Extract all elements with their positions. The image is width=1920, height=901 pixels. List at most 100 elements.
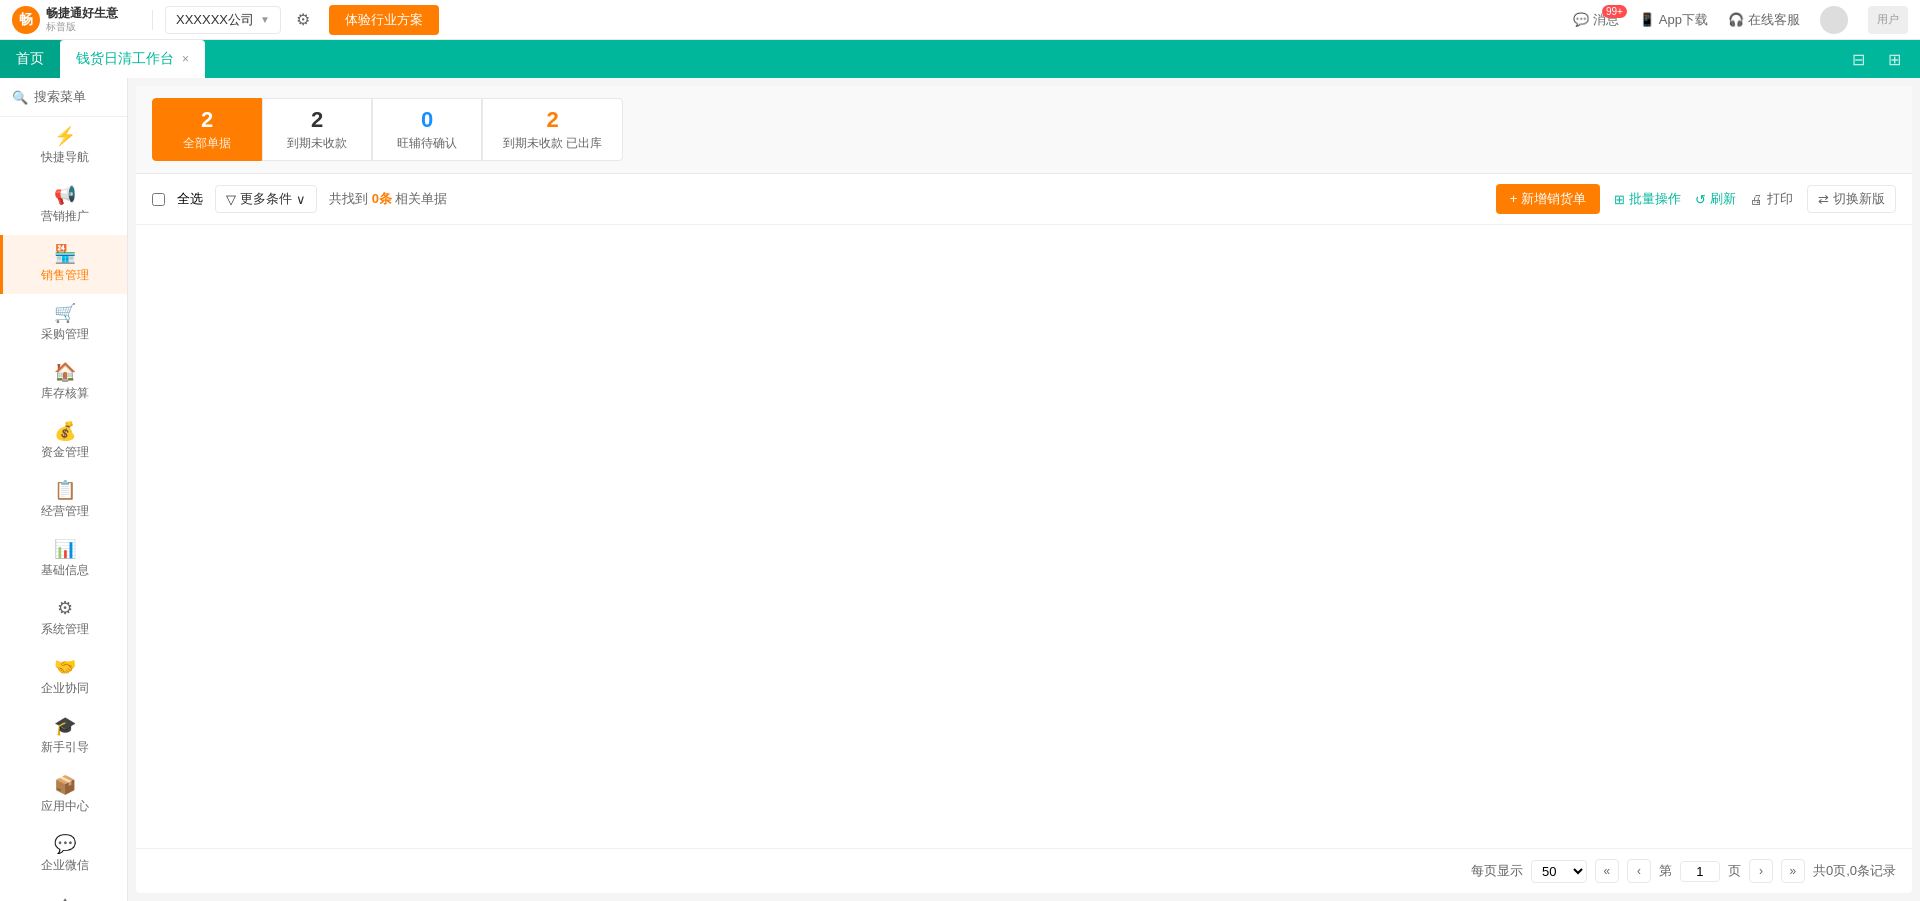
- sidebar-label-system: 系统管理: [41, 621, 89, 638]
- stat-label-wangwang: 旺辅待确认: [397, 135, 457, 152]
- sidebar-label-basic-info: 基础信息: [41, 562, 89, 579]
- found-count: 0条: [372, 191, 392, 206]
- stat-tab-overdue-out[interactable]: 2 到期未收款 已出库: [482, 98, 623, 161]
- toolbar-right: + 新增销货单 ⊞ 批量操作 ↺ 刷新 🖨 打印 ⇄: [1496, 184, 1896, 214]
- trial-button[interactable]: 体验行业方案: [329, 5, 439, 35]
- guide-icon: 🎓: [54, 717, 76, 735]
- sidebar-item-finance[interactable]: 💰 资金管理: [0, 412, 127, 471]
- user-name[interactable]: 用户: [1868, 6, 1908, 34]
- filter-label: 更多条件: [240, 190, 292, 208]
- sidebar-item-marketing[interactable]: 📢 营销推广: [0, 176, 127, 235]
- sidebar-item-wechat[interactable]: 💬 企业微信: [0, 825, 127, 884]
- finance-icon: 💰: [54, 422, 76, 440]
- nav-tabs: 首页 钱货日清工作台 × ⊟ ⊞: [0, 40, 1920, 78]
- filter-arrow-icon: ∨: [296, 192, 306, 207]
- sidebar-item-app-center[interactable]: 📦 应用中心: [0, 766, 127, 825]
- minimize-button[interactable]: ⊟: [1844, 45, 1872, 73]
- page-input[interactable]: [1680, 861, 1720, 882]
- logo-subtitle: 标普版: [46, 21, 118, 33]
- divider: [152, 10, 153, 30]
- tab-workbench-label: 钱货日清工作台: [76, 50, 174, 68]
- logo-area: 畅 畅捷通好生意 标普版: [12, 6, 140, 34]
- stats-tabs: 2 全部单据 2 到期未收款 0 旺辅待确认 2 到期未收款 已出库: [136, 86, 1912, 174]
- nav-tab-actions: ⊟ ⊞: [1844, 45, 1920, 73]
- maximize-button[interactable]: ⊞: [1880, 45, 1908, 73]
- sidebar-label-cooperation: 企业协同: [41, 680, 89, 697]
- online-service-button[interactable]: 🎧 在线客服: [1728, 11, 1800, 29]
- quick-nav-icon: ⚡: [54, 127, 76, 145]
- filter-icon: ▽: [226, 192, 236, 207]
- page-unit: 页: [1728, 862, 1741, 880]
- inventory-icon: 🏠: [54, 363, 76, 381]
- sidebar-label-guide: 新手引导: [41, 739, 89, 756]
- message-button[interactable]: 💬 消息 99+: [1573, 11, 1619, 29]
- sidebar-item-system[interactable]: ⚙ 系统管理: [0, 589, 127, 648]
- settings-button[interactable]: ⚙: [289, 6, 317, 34]
- sidebar-label-app-center: 应用中心: [41, 798, 89, 815]
- message-icon: 💬: [1573, 12, 1589, 27]
- chevron-down-icon: ▼: [260, 14, 270, 25]
- stat-tab-wangwang[interactable]: 0 旺辅待确认: [372, 98, 482, 161]
- select-all-label: 全选: [177, 190, 203, 208]
- print-icon: 🖨: [1750, 192, 1763, 207]
- sidebar-item-cooperation[interactable]: 🤝 企业协同: [0, 648, 127, 707]
- system-icon: ⚙: [57, 599, 73, 617]
- prev-page-button[interactable]: ‹: [1627, 859, 1651, 883]
- app-download-label: App下载: [1659, 11, 1708, 29]
- main-content: 2 全部单据 2 到期未收款 0 旺辅待确认 2 到期未收款 已出库: [128, 78, 1920, 901]
- first-page-button[interactable]: «: [1595, 859, 1619, 883]
- main-layout: 🔍 搜索菜单 ⚡ 快捷导航 📢 营销推广 🏪 销售管理 🛒 采购管理 🏠 库存核…: [0, 78, 1920, 901]
- print-button[interactable]: 🖨 打印: [1750, 190, 1793, 208]
- stat-num-wangwang: 0: [421, 107, 433, 133]
- marketing-icon: 📢: [54, 186, 76, 204]
- last-page-button[interactable]: »: [1781, 859, 1805, 883]
- refresh-button[interactable]: ↺ 刷新: [1695, 190, 1736, 208]
- stat-label-overdue-out: 到期未收款 已出库: [503, 135, 602, 152]
- top-right: 💬 消息 99+ 📱 App下载 🎧 在线客服 用户: [1573, 6, 1908, 34]
- sidebar-label-finance: 资金管理: [41, 444, 89, 461]
- batch-button[interactable]: ⊞ 批量操作: [1614, 190, 1681, 208]
- close-tab-icon[interactable]: ×: [182, 52, 189, 66]
- sidebar-item-inventory[interactable]: 🏠 库存核算: [0, 353, 127, 412]
- sidebar-item-member[interactable]: ♦ 畅会员: [0, 884, 127, 901]
- search-icon: 🔍: [12, 90, 28, 105]
- message-badge: 99+: [1602, 5, 1627, 18]
- search-label: 搜索菜单: [34, 88, 86, 106]
- per-page-label: 每页显示: [1471, 862, 1523, 880]
- company-selector[interactable]: XXXXXX公司 ▼: [165, 6, 281, 34]
- logo-title: 畅捷通好生意: [46, 6, 118, 20]
- service-icon: 🎧: [1728, 12, 1744, 27]
- select-all-checkbox[interactable]: [152, 193, 165, 206]
- sidebar-label-sales: 销售管理: [41, 267, 89, 284]
- sidebar-item-basic-info[interactable]: 📊 基础信息: [0, 530, 127, 589]
- logo-icon: 畅: [12, 6, 40, 34]
- sidebar-item-quick-nav[interactable]: ⚡ 快捷导航: [0, 117, 127, 176]
- top-left: 畅 畅捷通好生意 标普版 XXXXXX公司 ▼ ⚙ 体验行业方案: [12, 5, 439, 35]
- sidebar-item-purchase[interactable]: 🛒 采购管理: [0, 294, 127, 353]
- download-icon: 📱: [1639, 12, 1655, 27]
- table-area: [136, 225, 1912, 848]
- avatar[interactable]: [1820, 6, 1848, 34]
- sidebar-search[interactable]: 🔍 搜索菜单: [0, 78, 127, 117]
- sidebar-item-guide[interactable]: 🎓 新手引导: [0, 707, 127, 766]
- filter-button[interactable]: ▽ 更多条件 ∨: [215, 185, 317, 213]
- stat-tab-overdue[interactable]: 2 到期未收款: [262, 98, 372, 161]
- found-text: 共找到 0条 相关单据: [329, 190, 447, 208]
- sales-icon: 🏪: [54, 245, 76, 263]
- sidebar-label-quick-nav: 快捷导航: [41, 149, 89, 166]
- tab-workbench[interactable]: 钱货日清工作台 ×: [60, 40, 205, 78]
- switch-version-button[interactable]: ⇄ 切换新版: [1807, 185, 1896, 213]
- per-page-select[interactable]: 10 20 50 100: [1531, 860, 1587, 883]
- sidebar-item-operations[interactable]: 📋 经营管理: [0, 471, 127, 530]
- sidebar-item-sales[interactable]: 🏪 销售管理: [0, 235, 127, 294]
- new-sales-button[interactable]: + 新增销货单: [1496, 184, 1600, 214]
- next-page-button[interactable]: ›: [1749, 859, 1773, 883]
- wechat-icon: 💬: [54, 835, 76, 853]
- stat-tab-all[interactable]: 2 全部单据: [152, 98, 262, 161]
- online-service-label: 在线客服: [1748, 11, 1800, 29]
- sidebar: 🔍 搜索菜单 ⚡ 快捷导航 📢 营销推广 🏪 销售管理 🛒 采购管理 🏠 库存核…: [0, 78, 128, 901]
- stat-num-overdue-out: 2: [547, 107, 559, 133]
- member-icon: ♦: [60, 894, 69, 901]
- tab-home[interactable]: 首页: [0, 40, 60, 78]
- app-download-button[interactable]: 📱 App下载: [1639, 11, 1708, 29]
